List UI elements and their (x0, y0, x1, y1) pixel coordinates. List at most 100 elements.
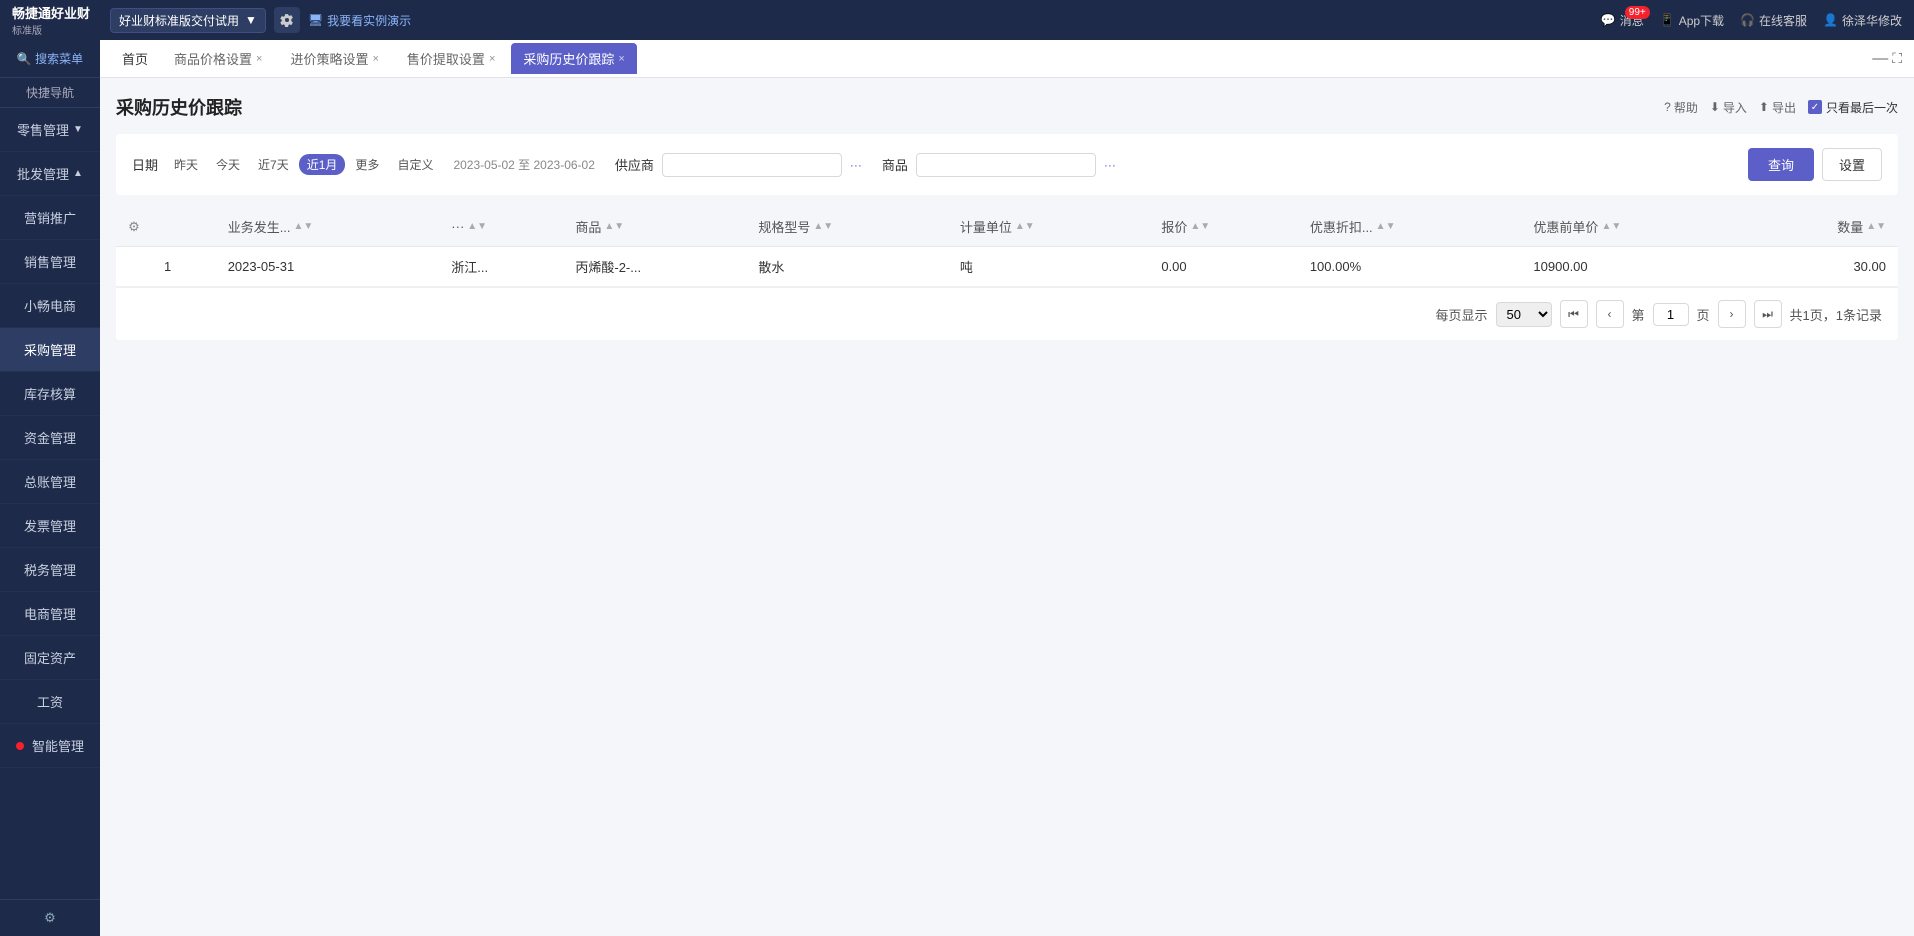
cell-settings (116, 247, 152, 287)
filter-row: 日期 昨天 今天 近7天 近1月 更多 自定义 2023-05-02 至 202… (132, 148, 1882, 181)
chevron-down-icon: ▼ (245, 13, 257, 27)
goods-input[interactable] (916, 153, 1096, 177)
sort-icon[interactable]: ▲▼ (813, 222, 833, 232)
page-label-pre: 第 (1632, 305, 1645, 324)
date-btn-last1m[interactable]: 近1月 (299, 154, 346, 175)
only-last-checkbox-label[interactable]: ✓ 只看最后一次 (1808, 99, 1898, 116)
tab-price[interactable]: 商品价格设置 × (162, 43, 274, 74)
sort-icon[interactable]: ▲▼ (1601, 222, 1621, 232)
sort-icon[interactable]: ▲▼ (1015, 222, 1035, 232)
export-link[interactable]: ⬆ 导出 (1759, 99, 1796, 116)
sidebar-item-marketing[interactable]: 营销推广 (0, 196, 100, 240)
col-date: 业务发生... ▲▼ (216, 207, 440, 247)
app-download-btn[interactable]: 📱 App下载 (1660, 12, 1724, 29)
date-btn-more[interactable]: 更多 (347, 154, 387, 175)
sidebar-item-assets[interactable]: 固定资产 (0, 636, 100, 680)
sidebar-item-finance[interactable]: 资金管理 (0, 416, 100, 460)
cell-quote: 0.00 (1149, 247, 1297, 287)
sort-icon[interactable]: ▲▼ (294, 222, 314, 232)
sidebar-item-ledger[interactable]: 总账管理 (0, 460, 100, 504)
supplier-more-btn[interactable]: ··· (850, 158, 862, 172)
tab-close-icon[interactable]: × (256, 53, 262, 65)
sort-icon[interactable]: ▲▼ (467, 222, 487, 232)
col-pre-discount-price: 优惠前单价 ▲▼ (1521, 207, 1749, 247)
messages-btn[interactable]: 💬 消息 99+ (1601, 12, 1644, 29)
first-page-btn[interactable]: ⏮ (1560, 300, 1588, 328)
sidebar-item-tax[interactable]: 税务管理 (0, 548, 100, 592)
sidebar-item-purchase[interactable]: 采购管理 (0, 328, 100, 372)
demo-link[interactable]: 🖥 我要看实例演示 (308, 12, 411, 29)
last-page-btn[interactable]: ⏭ (1754, 300, 1782, 328)
cell-spec: 散水 (746, 247, 948, 287)
help-icon: ? (1664, 100, 1671, 114)
only-last-label: 只看最后一次 (1826, 99, 1898, 116)
col-quote: 报价 ▲▼ (1149, 207, 1297, 247)
sidebar-quick-nav[interactable]: 快捷导航 (0, 78, 100, 108)
page-content: 采购历史价跟踪 ? 帮助 ⬇ 导入 ⬆ 导出 ✓ (100, 78, 1914, 936)
page-size-select[interactable]: 50 10 20 100 (1496, 302, 1552, 327)
date-btn-custom[interactable]: 自定义 (389, 154, 441, 175)
sidebar-settings-btn[interactable]: ⚙ (8, 910, 92, 926)
prev-page-btn[interactable]: ‹ (1596, 300, 1624, 328)
tab-close-icon[interactable]: × (489, 53, 495, 65)
maximize-icon[interactable]: ⛶ (1892, 50, 1902, 67)
sort-icon[interactable]: ▲▼ (1866, 222, 1886, 232)
sort-icon[interactable]: ▲▼ (1190, 222, 1210, 232)
cell-no: 1 (152, 247, 216, 287)
date-btn-yesterday[interactable]: 昨天 (166, 154, 206, 175)
demo-label: 我要看实例演示 (327, 12, 411, 29)
column-settings-icon[interactable]: ⚙ (128, 219, 140, 234)
sidebar-item-wholesale[interactable]: 批发管理 ▲ (0, 152, 100, 196)
tab-purchase-strategy[interactable]: 进价策略设置 × (278, 43, 390, 74)
help-link[interactable]: ? 帮助 (1664, 99, 1698, 116)
page-input[interactable] (1653, 303, 1689, 326)
supplier-input[interactable] (662, 153, 842, 177)
tab-label: 商品价格设置 (174, 49, 252, 68)
online-service-label: 在线客服 (1759, 12, 1807, 29)
date-btn-last7[interactable]: 近7天 (250, 154, 297, 175)
sidebar-item-inventory[interactable]: 库存核算 (0, 372, 100, 416)
user-menu-btn[interactable]: 👤 徐泽华修改 (1823, 12, 1902, 29)
import-link[interactable]: ⬇ 导入 (1710, 99, 1747, 116)
sidebar-item-invoice[interactable]: 发票管理 (0, 504, 100, 548)
sidebar-item-retail[interactable]: 零售管理 ▼ (0, 108, 100, 152)
date-btn-today[interactable]: 今天 (208, 154, 248, 175)
sidebar-item-sales[interactable]: 销售管理 (0, 240, 100, 284)
cell-supplier: 浙江... (439, 247, 563, 287)
col-more: ··· ▲▼ (439, 207, 563, 247)
page-label-post: 页 (1697, 305, 1710, 324)
cell-quantity: 30.00 (1749, 247, 1898, 287)
tab-close-icon[interactable]: × (372, 53, 378, 65)
table-container: ⚙ 业务发生... ▲▼ ··· (116, 207, 1898, 340)
minimize-icon[interactable]: — (1872, 50, 1888, 68)
sidebar-search[interactable]: 🔍 搜索菜单 (0, 40, 100, 78)
online-service-btn[interactable]: 🎧 在线客服 (1740, 12, 1807, 29)
col-goods: 商品 ▲▼ (563, 207, 746, 247)
sort-icon[interactable]: ▲▼ (1376, 222, 1396, 232)
messages-badge: 99+ (1625, 6, 1650, 19)
help-label: 帮助 (1674, 99, 1698, 116)
data-table: ⚙ 业务发生... ▲▼ ··· (116, 207, 1898, 287)
sort-icon[interactable]: ▲▼ (604, 222, 624, 232)
sidebar-item-ecommerce-small[interactable]: 小畅电商 (0, 284, 100, 328)
next-page-btn[interactable]: › (1718, 300, 1746, 328)
content-area: 首页 商品价格设置 × 进价策略设置 × 售价提取设置 × 采购历史价跟踪 × … (100, 40, 1914, 936)
goods-more-btn[interactable]: ··· (1104, 158, 1116, 172)
col-unit: 计量单位 ▲▼ (948, 207, 1150, 247)
sidebar-item-ecommerce[interactable]: 电商管理 (0, 592, 100, 636)
version-label: 好业财标准版交付试用 (119, 12, 239, 29)
per-page-label: 每页显示 (1435, 305, 1487, 324)
tab-close-icon[interactable]: × (618, 53, 624, 65)
settings-button[interactable]: 设置 (1822, 148, 1882, 181)
tab-home[interactable]: 首页 (112, 43, 158, 74)
settings-icon[interactable] (274, 7, 300, 33)
sidebar-item-intelligent[interactable]: 智能管理 (0, 724, 100, 768)
query-button[interactable]: 查询 (1748, 148, 1814, 181)
tab-sale-price[interactable]: 售价提取设置 × (395, 43, 507, 74)
version-select[interactable]: 好业财标准版交付试用 ▼ (110, 8, 266, 33)
sidebar-item-salary[interactable]: 工资 (0, 680, 100, 724)
page-header: 采购历史价跟踪 ? 帮助 ⬇ 导入 ⬆ 导出 ✓ (116, 94, 1898, 120)
sidebar-item-label: 发票管理 (24, 516, 76, 535)
tab-purchase-history[interactable]: 采购历史价跟踪 × (511, 43, 636, 74)
user-name: 徐泽华修改 (1842, 12, 1902, 29)
